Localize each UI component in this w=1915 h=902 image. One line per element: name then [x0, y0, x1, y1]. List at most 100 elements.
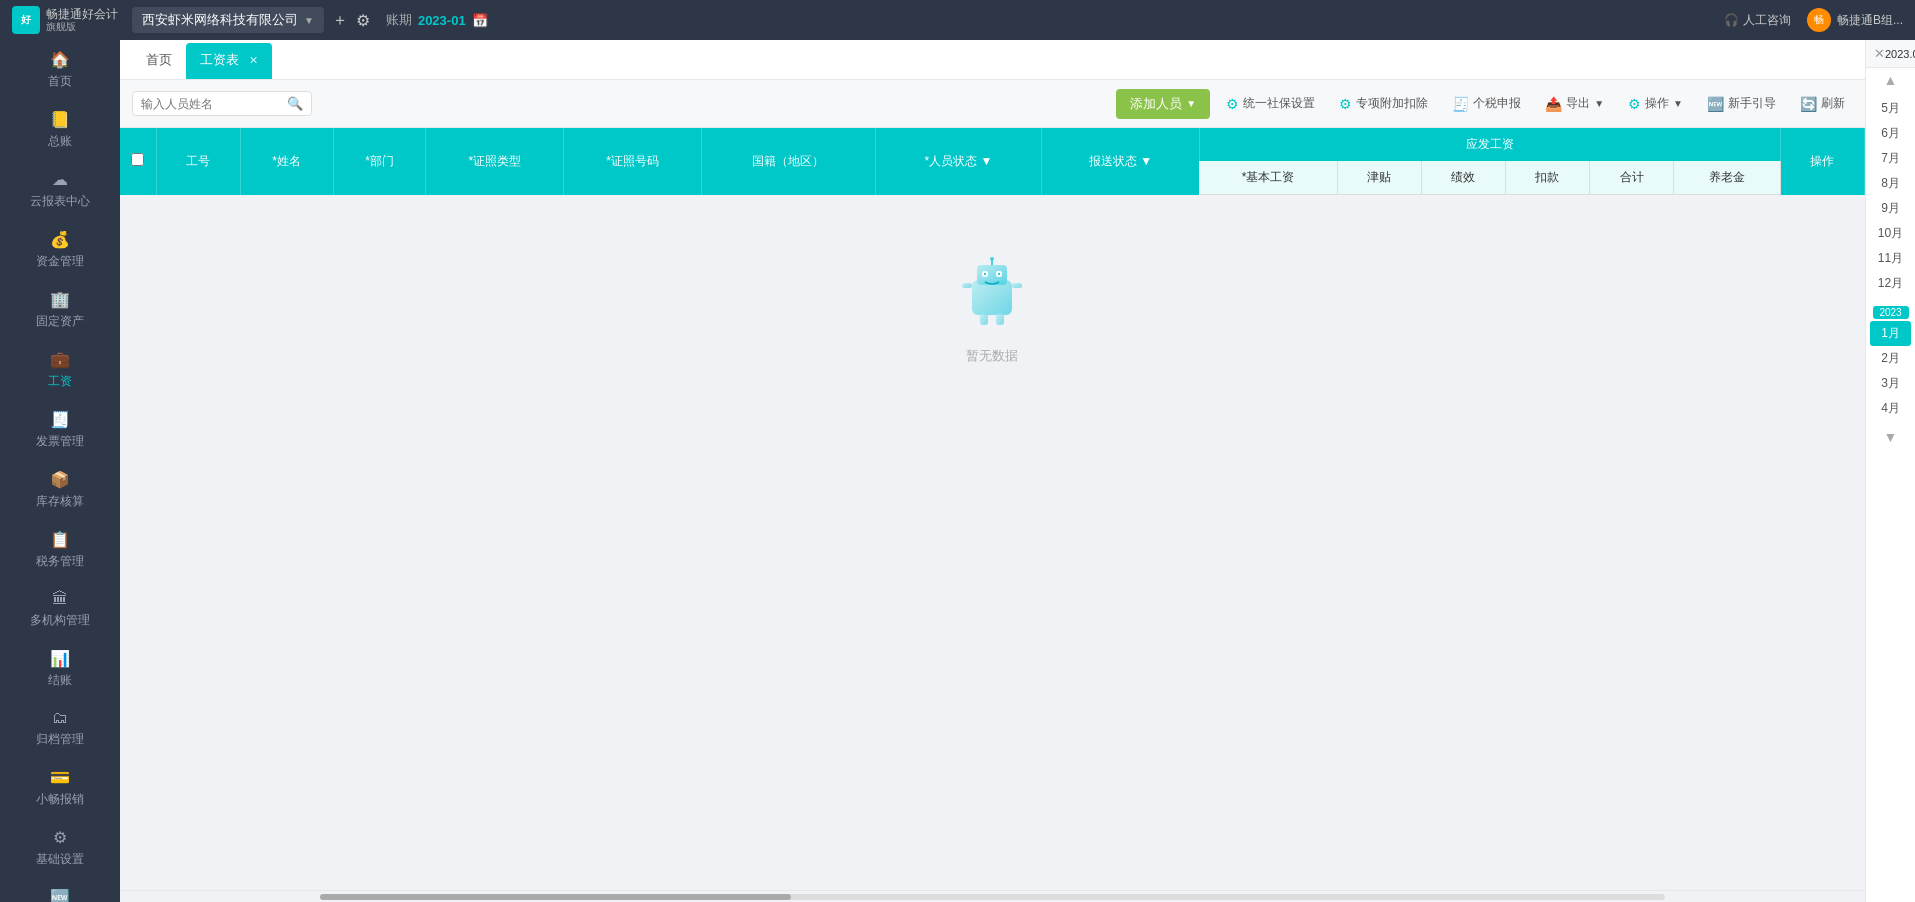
- th-total: 合计: [1589, 161, 1673, 195]
- personal-tax-action[interactable]: 🧾 个税申报: [1444, 91, 1529, 116]
- sidebar-item-guide[interactable]: 🆕 新手引导: [0, 878, 120, 902]
- sidebar-item-funds[interactable]: 💰 资金管理: [0, 220, 120, 280]
- guide-action[interactable]: 🆕 新手引导: [1699, 91, 1784, 116]
- special-deduct-icon: ⚙: [1339, 96, 1352, 112]
- check-all-checkbox[interactable]: [131, 153, 144, 166]
- sidebar-item-inventory[interactable]: 📦 库存核算: [0, 460, 120, 520]
- scroll-up-button[interactable]: ▲: [1866, 68, 1915, 92]
- sidebar-item-settings[interactable]: ⚙ 基础设置: [0, 818, 120, 878]
- sidebar-item-ledger[interactable]: 📒 总账: [0, 100, 120, 160]
- sidebar-item-tax[interactable]: 📋 税务管理: [0, 520, 120, 580]
- support-button[interactable]: 🎧 人工咨询: [1724, 12, 1791, 29]
- th-deduction: 扣款: [1505, 161, 1589, 195]
- salary-table: 工号 *姓名 *部门 *证照类型 *证照号码 国籍（地区） *人员状态 ▼ 报送…: [120, 128, 1865, 425]
- month-2022-12[interactable]: 12月: [1866, 271, 1915, 296]
- svg-point-11: [990, 257, 994, 261]
- search-wrap: 🔍: [132, 91, 312, 116]
- month-2022-7[interactable]: 7月: [1866, 146, 1915, 171]
- close-panel-button[interactable]: ✕: [1874, 46, 1885, 61]
- month-2022-10[interactable]: 10月: [1866, 221, 1915, 246]
- th-performance: 绩效: [1421, 161, 1505, 195]
- content-area: 首页 工资表 ✕ 🔍 添加人员 ▼ ⚙ 统一社保设置 ⚙ 专项附加扣除: [120, 40, 1865, 902]
- sidebar-item-label: 总账: [48, 133, 72, 150]
- invoice-icon: 🧾: [50, 410, 70, 429]
- tab-home[interactable]: 首页: [132, 43, 186, 79]
- sidebar-item-multi[interactable]: 🏛 多机构管理: [0, 580, 120, 639]
- scrollbar-thumb[interactable]: [320, 894, 791, 900]
- month-2023-3[interactable]: 3月: [1866, 371, 1915, 396]
- sidebar-item-archive[interactable]: 🗂 归档管理: [0, 699, 120, 758]
- export-action[interactable]: 📤 导出 ▼: [1537, 91, 1612, 116]
- status-filter-icon[interactable]: ▼: [981, 154, 993, 168]
- refresh-icon: 🔄: [1800, 96, 1817, 112]
- check-all-th: [120, 128, 156, 195]
- search-input[interactable]: [141, 97, 281, 111]
- horizontal-scrollbar[interactable]: [120, 890, 1865, 902]
- table-wrapper: 工号 *姓名 *部门 *证照类型 *证照号码 国籍（地区） *人员状态 ▼ 报送…: [120, 128, 1865, 890]
- svg-rect-6: [962, 283, 972, 288]
- month-2022-6[interactable]: 6月: [1866, 121, 1915, 146]
- social-security-icon: ⚙: [1226, 96, 1239, 112]
- year-2022-section: 5月 6月 7月 8月 9月 10月 11月 12月: [1866, 92, 1915, 300]
- social-security-action[interactable]: ⚙ 统一社保设置: [1218, 91, 1323, 116]
- month-2023-2[interactable]: 2月: [1866, 346, 1915, 371]
- scroll-down-button[interactable]: ▼: [1866, 425, 1915, 449]
- calendar-icon[interactable]: 📅: [472, 13, 488, 28]
- month-2022-5[interactable]: 5月: [1866, 96, 1915, 121]
- th-nationality: 国籍（地区）: [702, 128, 876, 195]
- header-add-icon[interactable]: ＋: [332, 10, 348, 31]
- operations-dropdown-icon: ▼: [1673, 98, 1683, 109]
- year-2023-section: 2023 1月 2月 3月 4月: [1866, 300, 1915, 425]
- header-settings-icon[interactable]: ⚙: [356, 11, 370, 30]
- th-dept: *部门: [333, 128, 426, 195]
- report-filter-icon[interactable]: ▼: [1140, 154, 1152, 168]
- right-panel: ✕ 2023.01 ⤢ ▲ 5月 6月 7月 8月 9月 10月 11月 12月…: [1865, 40, 1915, 902]
- export-dropdown-icon: ▼: [1594, 98, 1604, 109]
- add-person-button[interactable]: 添加人员 ▼: [1116, 89, 1210, 119]
- sidebar-item-expense[interactable]: 💳 小畅报销: [0, 758, 120, 818]
- logo-area: 好 畅捷通好会计 旗舰版: [12, 6, 132, 34]
- settle-icon: 📊: [50, 649, 70, 668]
- th-id-type: *证照类型: [426, 128, 564, 195]
- sidebar-item-label: 云报表中心: [30, 193, 90, 210]
- guide-toolbar-icon: 🆕: [1707, 96, 1724, 112]
- month-2022-9[interactable]: 9月: [1866, 196, 1915, 221]
- sidebar-item-invoice[interactable]: 🧾 发票管理: [0, 400, 120, 460]
- svg-rect-5: [998, 273, 1000, 275]
- special-deduct-action[interactable]: ⚙ 专项附加扣除: [1331, 91, 1436, 116]
- refresh-action[interactable]: 🔄 刷新: [1792, 91, 1853, 116]
- sidebar-item-label: 多机构管理: [30, 612, 90, 629]
- company-selector[interactable]: 西安虾米网络科技有限公司 ▼: [132, 7, 324, 33]
- sidebar-item-assets[interactable]: 🏢 固定资产: [0, 280, 120, 340]
- operations-action[interactable]: ⚙ 操作 ▼: [1620, 91, 1691, 116]
- user-info[interactable]: 畅 畅捷通B组...: [1807, 8, 1903, 32]
- svg-rect-8: [980, 313, 988, 325]
- assets-icon: 🏢: [50, 290, 70, 309]
- headphone-icon: 🎧: [1724, 13, 1739, 27]
- sidebar-item-settle[interactable]: 📊 结账: [0, 639, 120, 699]
- tab-close-icon[interactable]: ✕: [249, 54, 258, 66]
- sidebar-item-cloud[interactable]: ☁ 云报表中心: [0, 160, 120, 220]
- month-2023-1[interactable]: 1月: [1870, 321, 1911, 346]
- operations-icon: ⚙: [1628, 96, 1641, 112]
- empty-state: 暂无数据: [120, 195, 1865, 425]
- inventory-icon: 📦: [50, 470, 70, 489]
- month-2022-8[interactable]: 8月: [1866, 171, 1915, 196]
- sidebar-item-label: 结账: [48, 672, 72, 689]
- month-2022-11[interactable]: 11月: [1866, 246, 1915, 271]
- sidebar-item-label: 资金管理: [36, 253, 84, 270]
- main-layout: 🏠 首页 📒 总账 ☁ 云报表中心 💰 资金管理 🏢 固定资产 💼 工资 🧾 发…: [0, 40, 1915, 902]
- sidebar-item-label: 工资: [48, 373, 72, 390]
- sidebar-item-home[interactable]: 🏠 首页: [0, 40, 120, 100]
- month-2023-4[interactable]: 4月: [1866, 396, 1915, 421]
- multi-icon: 🏛: [52, 590, 68, 608]
- sidebar-item-salary[interactable]: 💼 工资: [0, 340, 120, 400]
- avatar: 畅: [1807, 8, 1831, 32]
- logo-icon: 好: [12, 6, 40, 34]
- settings-icon: ⚙: [53, 828, 67, 847]
- sidebar-item-label: 归档管理: [36, 731, 84, 748]
- add-person-dropdown-icon: ▼: [1186, 98, 1196, 109]
- salary-icon: 💼: [50, 350, 70, 369]
- svg-rect-1: [977, 265, 1007, 285]
- tab-salary-table[interactable]: 工资表 ✕: [186, 43, 272, 79]
